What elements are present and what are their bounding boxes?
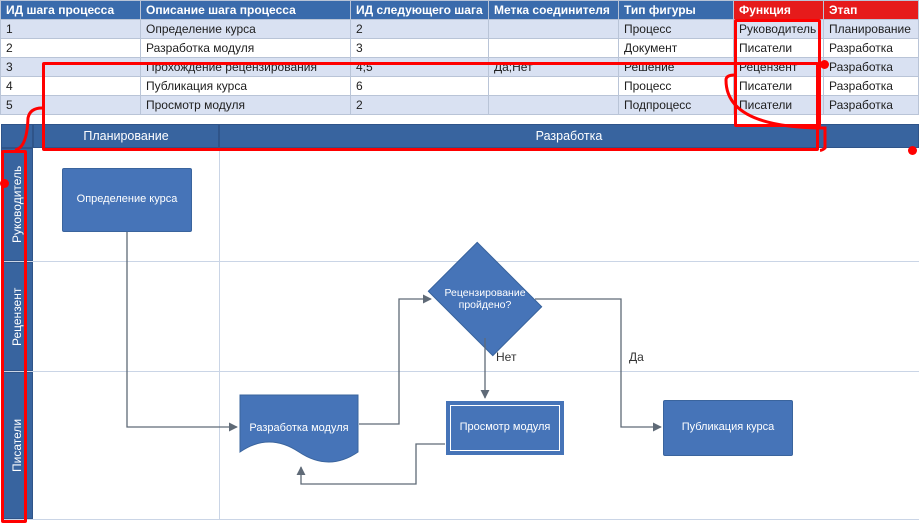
col-step-desc[interactable]: Описание шага процесса	[141, 1, 351, 20]
col-step-id[interactable]: ИД шага процесса	[1, 1, 141, 20]
table-header-row: ИД шага процесса Описание шага процесса …	[1, 1, 919, 20]
cell-func[interactable]: Писатели	[734, 77, 824, 96]
lane-label-reviewer[interactable]: Рецензент	[1, 262, 33, 371]
callout-dot-1	[820, 60, 829, 69]
shape-review-module[interactable]: Просмотр модуля	[445, 400, 565, 456]
lane-label-manager[interactable]: Руководитель	[1, 148, 33, 261]
cell-func[interactable]: Руководитель	[734, 20, 824, 39]
cell-stage[interactable]: Разработка	[824, 77, 919, 96]
cell-desc[interactable]: Прохождение рецензирования	[141, 58, 351, 77]
callout-dot-3	[0, 179, 9, 188]
edge-label-yes: Да	[629, 350, 644, 364]
lane-label-writers[interactable]: Писатели	[1, 372, 33, 519]
col-next-id[interactable]: ИД следующего шага	[351, 1, 489, 20]
cell-id[interactable]: 3	[1, 58, 141, 77]
cell-id[interactable]: 1	[1, 20, 141, 39]
cell-id[interactable]: 4	[1, 77, 141, 96]
cell-desc[interactable]: Определение курса	[141, 20, 351, 39]
cell-next[interactable]: 3	[351, 39, 489, 58]
table-row[interactable]: 2 Разработка модуля 3 Документ Писатели …	[1, 39, 919, 58]
phase-planning[interactable]: Планирование	[33, 124, 219, 148]
col-shape-type[interactable]: Тип фигуры	[619, 1, 734, 20]
table-row[interactable]: 1 Определение курса 2 Процесс Руководите…	[1, 20, 919, 39]
shape-develop-module-label: Разработка модуля	[249, 422, 348, 438]
cell-next[interactable]: 2	[351, 96, 489, 115]
cell-shape[interactable]: Решение	[619, 58, 734, 77]
cell-next[interactable]: 6	[351, 77, 489, 96]
cell-shape[interactable]: Подпроцесс	[619, 96, 734, 115]
swimlane-diagram[interactable]: Планирование Разработка Руководитель Рец…	[1, 124, 919, 521]
cell-stage[interactable]: Планирование	[824, 20, 919, 39]
phase-corner	[1, 124, 33, 148]
cell-next[interactable]: 4;5	[351, 58, 489, 77]
cell-shape[interactable]: Процесс	[619, 77, 734, 96]
process-table: ИД шага процесса Описание шага процесса …	[0, 0, 919, 115]
cell-shape[interactable]: Документ	[619, 39, 734, 58]
cell-shape[interactable]: Процесс	[619, 20, 734, 39]
shape-define-course[interactable]: Определение курса	[62, 168, 192, 232]
table-row[interactable]: 5 Просмотр модуля 2 Подпроцесс Писатели …	[1, 96, 919, 115]
cell-desc[interactable]: Просмотр модуля	[141, 96, 351, 115]
cell-stage[interactable]: Разработка	[824, 96, 919, 115]
col-connector[interactable]: Метка соединителя	[489, 1, 619, 20]
cell-conn[interactable]	[489, 77, 619, 96]
cell-func[interactable]: Писатели	[734, 96, 824, 115]
callout-dot-2	[908, 146, 917, 155]
cell-stage[interactable]: Разработка	[824, 58, 919, 77]
shape-publish-course[interactable]: Публикация курса	[663, 400, 793, 456]
cell-conn[interactable]	[489, 20, 619, 39]
col-function[interactable]: Функция	[734, 1, 824, 20]
table-row[interactable]: 3 Прохождение рецензирования 4;5 Да;Нет …	[1, 58, 919, 77]
phase-development[interactable]: Разработка	[219, 124, 919, 148]
edge-label-no: Нет	[496, 350, 516, 364]
cell-func[interactable]: Рецензент	[734, 58, 824, 77]
cell-conn[interactable]	[489, 96, 619, 115]
cell-stage[interactable]: Разработка	[824, 39, 919, 58]
shape-develop-module[interactable]: Разработка модуля	[239, 394, 359, 466]
cell-next[interactable]: 2	[351, 20, 489, 39]
shape-review-decision-label: Рецензирование пройдено?	[438, 287, 531, 311]
table-row[interactable]: 4 Публикация курса 6 Процесс Писатели Ра…	[1, 77, 919, 96]
cell-conn[interactable]	[489, 39, 619, 58]
phase-header: Планирование Разработка	[1, 124, 919, 148]
shape-review-decision[interactable]: Рецензирование пройдено?	[439, 264, 531, 334]
cell-func[interactable]: Писатели	[734, 39, 824, 58]
col-stage[interactable]: Этап	[824, 1, 919, 20]
cell-conn[interactable]: Да;Нет	[489, 58, 619, 77]
cell-desc[interactable]: Публикация курса	[141, 77, 351, 96]
cell-id[interactable]: 5	[1, 96, 141, 115]
cell-desc[interactable]: Разработка модуля	[141, 39, 351, 58]
cell-id[interactable]: 2	[1, 39, 141, 58]
